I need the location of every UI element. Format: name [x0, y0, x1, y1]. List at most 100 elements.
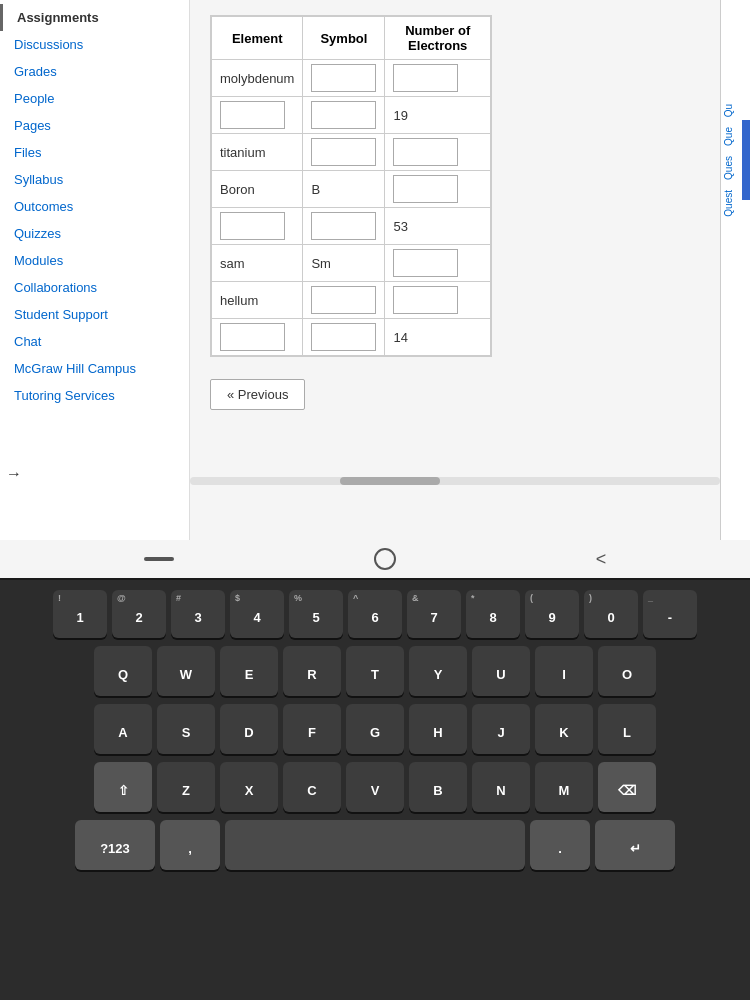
element-input[interactable]: [220, 323, 285, 351]
key-minus[interactable]: _-: [643, 590, 697, 638]
key-i[interactable]: I: [535, 646, 593, 696]
element-name: sam: [220, 256, 245, 271]
key-backspace[interactable]: ⌫: [598, 762, 656, 812]
element-name: hellum: [220, 293, 258, 308]
symbol-input[interactable]: [311, 101, 376, 129]
symbol-input[interactable]: [311, 212, 376, 240]
key-4[interactable]: $4: [230, 590, 284, 638]
key-c[interactable]: C: [283, 762, 341, 812]
key-y[interactable]: Y: [409, 646, 467, 696]
key-t[interactable]: T: [346, 646, 404, 696]
electrons-value: 19: [393, 108, 407, 123]
key-w[interactable]: W: [157, 646, 215, 696]
key-f[interactable]: F: [283, 704, 341, 754]
electrons-value: 53: [393, 219, 407, 234]
key-b[interactable]: B: [409, 762, 467, 812]
keyboard-row-asdf: A S D F G H J K L: [4, 704, 746, 754]
sidebar-item-student-support[interactable]: Student Support: [0, 301, 189, 328]
key-space[interactable]: [225, 820, 525, 870]
right-panel-item-3[interactable]: Ques: [721, 152, 736, 184]
nav-recents-chevron[interactable]: <: [596, 549, 607, 570]
symbol-input[interactable]: [311, 323, 376, 351]
right-panel-item-4[interactable]: Quest: [721, 186, 736, 221]
table-row: sam Sm: [212, 245, 491, 282]
symbol-input[interactable]: [311, 64, 376, 92]
key-j[interactable]: J: [472, 704, 530, 754]
key-a[interactable]: A: [94, 704, 152, 754]
key-sym[interactable]: ?123: [75, 820, 155, 870]
electrons-input[interactable]: [393, 249, 458, 277]
keyboard: !1 @2 #3 $4 %5 ^6 &7 *8 (9 )0 _- Q W E R…: [0, 580, 750, 1000]
table-row: Boron B: [212, 171, 491, 208]
symbol-input[interactable]: [311, 138, 376, 166]
keyboard-row-numbers: !1 @2 #3 $4 %5 ^6 &7 *8 (9 )0 _-: [4, 590, 746, 638]
sidebar-item-quizzes[interactable]: Quizzes: [0, 220, 189, 247]
key-l[interactable]: L: [598, 704, 656, 754]
electrons-input[interactable]: [393, 175, 458, 203]
key-comma[interactable]: ,: [160, 820, 220, 870]
key-s[interactable]: S: [157, 704, 215, 754]
key-o[interactable]: O: [598, 646, 656, 696]
sidebar-assignments: Assignments: [0, 4, 189, 31]
nav-home-circle[interactable]: [374, 548, 396, 570]
sidebar-item-people[interactable]: People: [0, 85, 189, 112]
key-3[interactable]: #3: [171, 590, 225, 638]
electrons-input[interactable]: [393, 286, 458, 314]
sidebar-arrow-icon[interactable]: →: [0, 461, 28, 487]
sidebar-item-pages[interactable]: Pages: [0, 112, 189, 139]
key-2[interactable]: @2: [112, 590, 166, 638]
key-v[interactable]: V: [346, 762, 404, 812]
key-e[interactable]: E: [220, 646, 278, 696]
key-g[interactable]: G: [346, 704, 404, 754]
key-q[interactable]: Q: [94, 646, 152, 696]
right-panel-item-1[interactable]: Qu: [721, 100, 736, 121]
key-k[interactable]: K: [535, 704, 593, 754]
sidebar-item-mcgraw[interactable]: McGraw Hill Campus: [0, 355, 189, 382]
key-n[interactable]: N: [472, 762, 530, 812]
key-1[interactable]: !1: [53, 590, 107, 638]
key-x[interactable]: X: [220, 762, 278, 812]
key-5[interactable]: %5: [289, 590, 343, 638]
table-row: 53: [212, 208, 491, 245]
table-row: titanium: [212, 134, 491, 171]
previous-button[interactable]: « Previous: [210, 379, 305, 410]
key-d[interactable]: D: [220, 704, 278, 754]
key-6[interactable]: ^6: [348, 590, 402, 638]
android-nav-bar: <: [0, 540, 750, 578]
sidebar-item-outcomes[interactable]: Outcomes: [0, 193, 189, 220]
electrons-input[interactable]: [393, 64, 458, 92]
right-panel-item-2[interactable]: Que: [721, 123, 736, 150]
key-m[interactable]: M: [535, 762, 593, 812]
electrons-input[interactable]: [393, 138, 458, 166]
key-0[interactable]: )0: [584, 590, 638, 638]
sidebar: Assignments Discussions Grades People Pa…: [0, 0, 190, 545]
scrollbar[interactable]: [190, 477, 720, 485]
main-content: Element Symbol Number of Electrons molyb…: [190, 0, 720, 545]
sidebar-item-syllabus[interactable]: Syllabus: [0, 166, 189, 193]
key-period[interactable]: .: [530, 820, 590, 870]
sidebar-item-collaborations[interactable]: Collaborations: [0, 274, 189, 301]
key-9[interactable]: (9: [525, 590, 579, 638]
key-h[interactable]: H: [409, 704, 467, 754]
element-input[interactable]: [220, 212, 285, 240]
sidebar-item-tutoring[interactable]: Tutoring Services: [0, 382, 189, 409]
nav-back-pill[interactable]: [144, 557, 174, 561]
key-enter[interactable]: ↵: [595, 820, 675, 870]
key-8[interactable]: *8: [466, 590, 520, 638]
sidebar-item-discussions[interactable]: Discussions: [0, 31, 189, 58]
table-row: 14: [212, 319, 491, 356]
key-7[interactable]: &7: [407, 590, 461, 638]
sidebar-item-grades[interactable]: Grades: [0, 58, 189, 85]
key-z[interactable]: Z: [157, 762, 215, 812]
key-r[interactable]: R: [283, 646, 341, 696]
scroll-thumb[interactable]: [340, 477, 440, 485]
symbol-input[interactable]: [311, 286, 376, 314]
key-shift[interactable]: ⇧: [94, 762, 152, 812]
symbol-value: Sm: [311, 256, 331, 271]
key-u[interactable]: U: [472, 646, 530, 696]
sidebar-item-files[interactable]: Files: [0, 139, 189, 166]
sidebar-item-chat[interactable]: Chat: [0, 328, 189, 355]
element-input[interactable]: [220, 101, 285, 129]
sidebar-item-modules[interactable]: Modules: [0, 247, 189, 274]
col-header-symbol: Symbol: [303, 17, 385, 60]
